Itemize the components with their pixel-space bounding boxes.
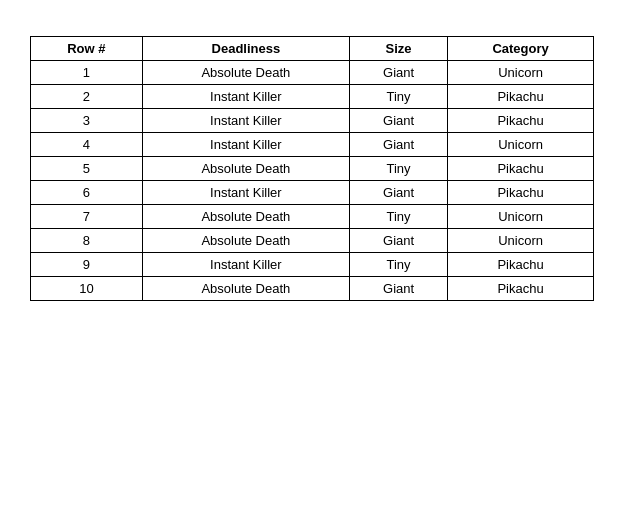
cell-category: Pikachu [448,277,594,301]
cell-deadliness: Instant Killer [142,253,349,277]
cell-deadliness: Instant Killer [142,181,349,205]
table-row: 1Absolute DeathGiantUnicorn [31,61,594,85]
cell-deadliness: Absolute Death [142,229,349,253]
cell-size: Giant [349,61,447,85]
cell-deadliness: Instant Killer [142,133,349,157]
cell-row: 10 [31,277,143,301]
table-header-row: Row # Deadliness Size Category [31,37,594,61]
table-row: 6Instant KillerGiantPikachu [31,181,594,205]
data-table: Row # Deadliness Size Category 1Absolute… [30,36,594,301]
cell-category: Unicorn [448,229,594,253]
col-header-row: Row # [31,37,143,61]
cell-row: 5 [31,157,143,181]
cell-row: 7 [31,205,143,229]
table-row: 5Absolute DeathTinyPikachu [31,157,594,181]
table-row: 9Instant KillerTinyPikachu [31,253,594,277]
cell-row: 2 [31,85,143,109]
cell-category: Pikachu [448,109,594,133]
table-row: 3Instant KillerGiantPikachu [31,109,594,133]
cell-row: 3 [31,109,143,133]
cell-category: Unicorn [448,133,594,157]
cell-row: 1 [31,61,143,85]
cell-deadliness: Absolute Death [142,157,349,181]
cell-category: Pikachu [448,157,594,181]
cell-size: Giant [349,133,447,157]
cell-category: Unicorn [448,205,594,229]
cell-size: Giant [349,277,447,301]
cell-category: Unicorn [448,61,594,85]
cell-size: Tiny [349,253,447,277]
cell-category: Pikachu [448,253,594,277]
question-block: Row # Deadliness Size Category 1Absolute… [30,20,594,301]
table-row: 10Absolute DeathGiantPikachu [31,277,594,301]
cell-category: Pikachu [448,181,594,205]
cell-deadliness: Absolute Death [142,277,349,301]
cell-deadliness: Absolute Death [142,205,349,229]
cell-size: Tiny [349,205,447,229]
cell-deadliness: Instant Killer [142,85,349,109]
cell-size: Giant [349,229,447,253]
cell-size: Tiny [349,85,447,109]
cell-deadliness: Absolute Death [142,61,349,85]
cell-row: 6 [31,181,143,205]
cell-size: Tiny [349,157,447,181]
cell-size: Giant [349,109,447,133]
cell-deadliness: Instant Killer [142,109,349,133]
cell-size: Giant [349,181,447,205]
table-row: 4Instant KillerGiantUnicorn [31,133,594,157]
table-row: 2Instant KillerTinyPikachu [31,85,594,109]
cell-row: 9 [31,253,143,277]
cell-category: Pikachu [448,85,594,109]
table-row: 7Absolute DeathTinyUnicorn [31,205,594,229]
cell-row: 8 [31,229,143,253]
col-header-deadliness: Deadliness [142,37,349,61]
table-row: 8Absolute DeathGiantUnicorn [31,229,594,253]
col-header-size: Size [349,37,447,61]
cell-row: 4 [31,133,143,157]
col-header-category: Category [448,37,594,61]
